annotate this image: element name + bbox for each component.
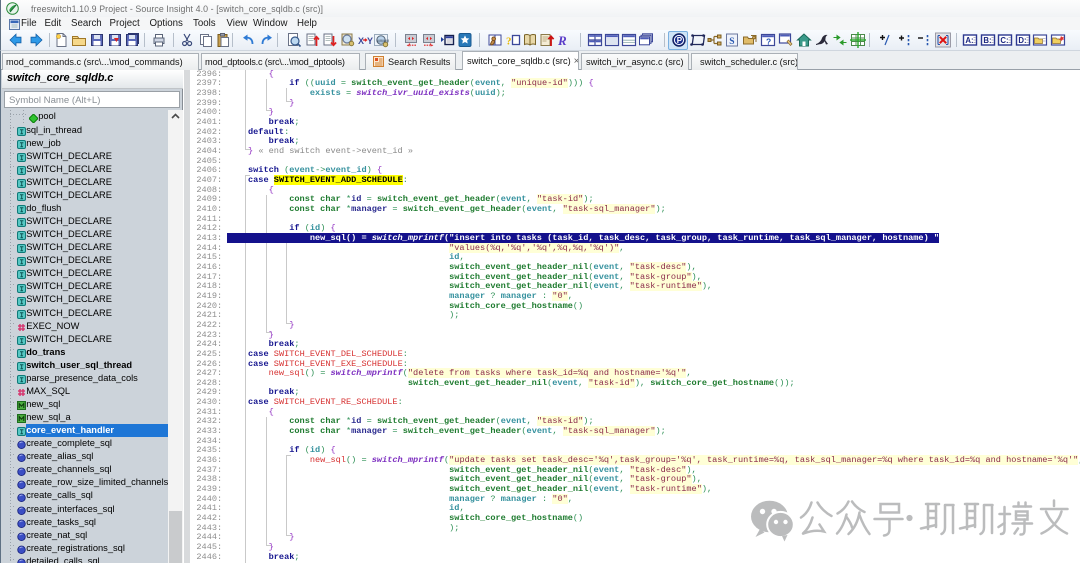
svg-text:?: ?: [766, 37, 771, 47]
svg-text:A:: A:: [965, 36, 973, 45]
svg-text:B:: B:: [983, 36, 991, 45]
svg-text:X: X: [358, 36, 364, 46]
svg-text:P: P: [677, 36, 683, 45]
svg-text:D:: D:: [1018, 36, 1026, 45]
svg-text:S: S: [729, 37, 734, 47]
svg-text:C:: C:: [1000, 36, 1008, 45]
svg-text:R: R: [557, 33, 567, 48]
svg-text:?: ?: [506, 36, 512, 48]
